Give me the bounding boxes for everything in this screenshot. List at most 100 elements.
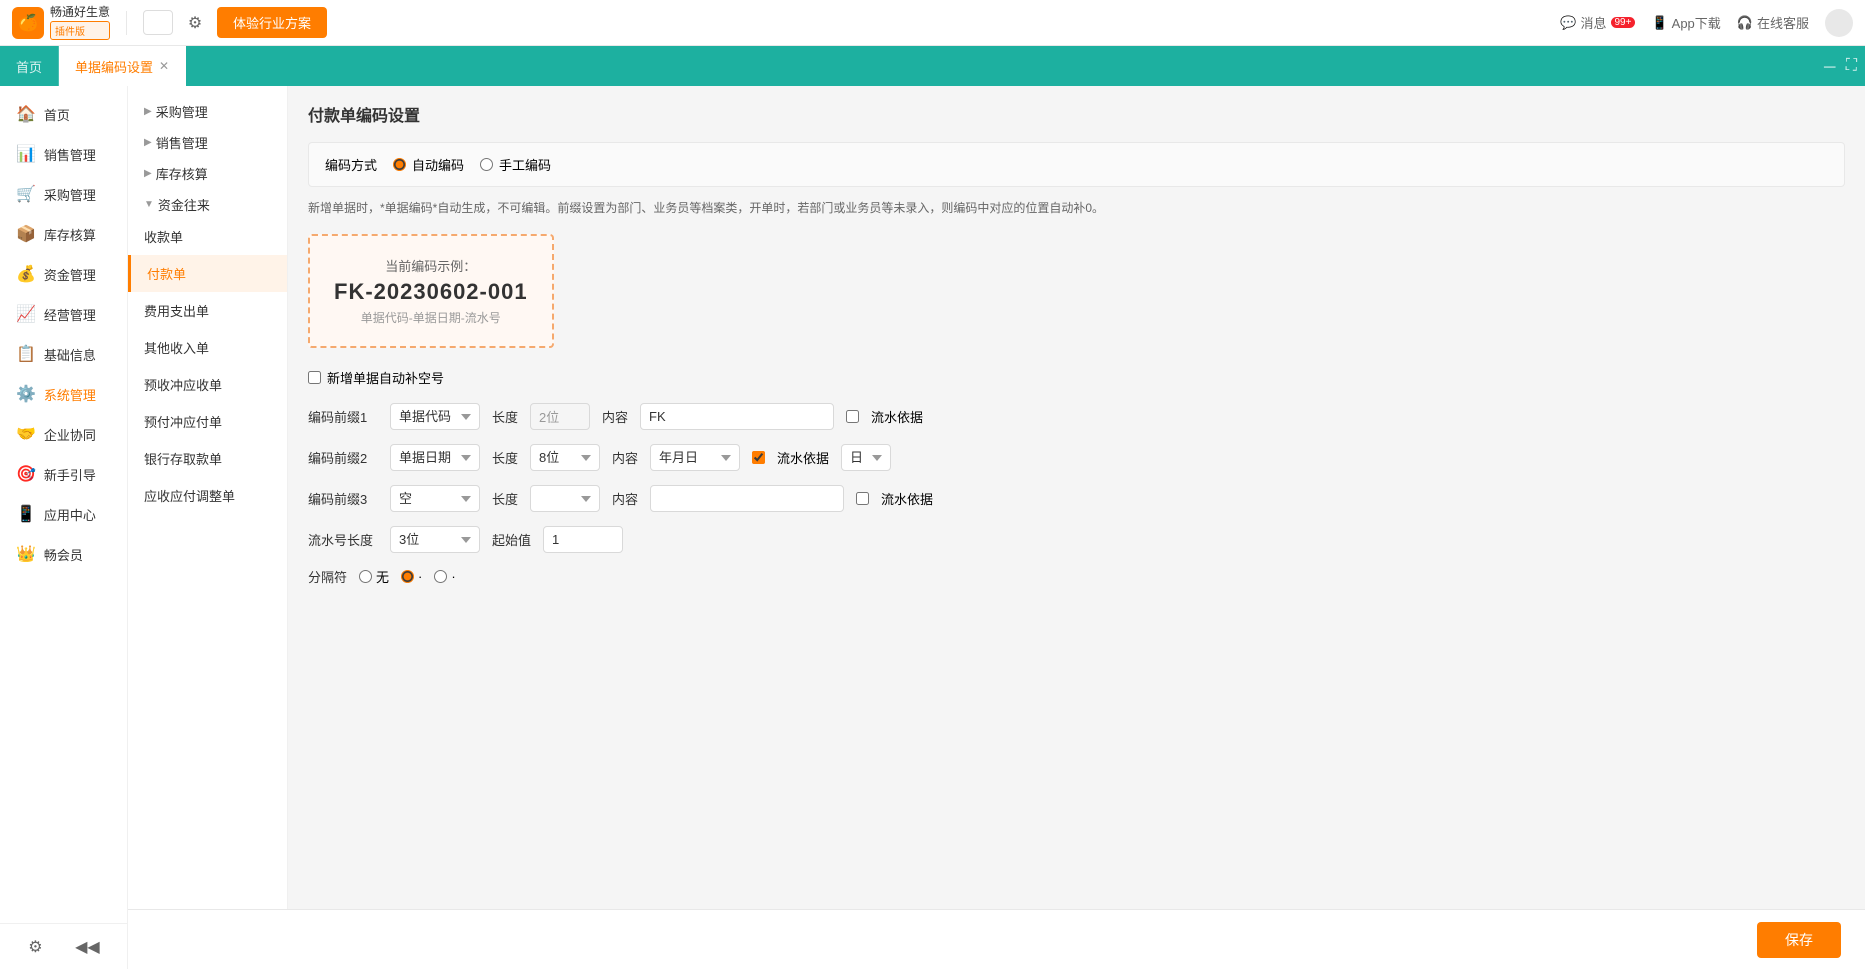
sidebar-item-operation[interactable]: 📈 经营管理: [0, 294, 127, 334]
sep-none-input[interactable]: [359, 570, 372, 583]
sep-dot2-input[interactable]: [434, 570, 447, 583]
message-item[interactable]: 💬 消息 99+: [1560, 13, 1635, 32]
basic-icon: 📋: [16, 344, 36, 364]
sidebar-item-finance[interactable]: 💰 资金管理: [0, 254, 127, 294]
expand-icon[interactable]: ⛶: [1846, 57, 1857, 75]
trial-button[interactable]: 体验行业方案: [217, 7, 327, 38]
sidebar-label-member: 畅会员: [44, 545, 83, 564]
sep-dot2-radio[interactable]: ·: [434, 569, 455, 584]
sidebar-label-purchase: 采购管理: [44, 185, 96, 204]
auto-encode-input[interactable]: [393, 158, 406, 171]
prefix3-watermark-checkbox[interactable]: [856, 492, 869, 505]
sidebar-item-member[interactable]: 👑 畅会员: [0, 534, 127, 574]
form-row-serial: 流水号长度 3位 起始值: [308, 526, 1845, 553]
encoding-radio-group: 自动编码 手工编码: [393, 155, 551, 174]
service-item[interactable]: 🎧 在线客服: [1737, 13, 1809, 32]
chevron-capital: ▼: [144, 199, 154, 210]
sidebar-label-home: 首页: [44, 105, 70, 124]
serial-length-label: 流水号长度: [308, 530, 378, 549]
prefix2-select[interactable]: 单据日期: [390, 444, 480, 471]
sub-nav-item-other-income[interactable]: 其他收入单: [128, 329, 287, 366]
auto-fill-label: 新增单据自动补空号: [327, 368, 444, 387]
chevron-purchase: ▶: [144, 106, 152, 117]
prefix2-label: 编码前缀2: [308, 448, 378, 467]
message-label: 消息: [1580, 13, 1606, 32]
sub-nav-prepay-pay-label: 预付冲应付单: [144, 412, 222, 431]
prefix2-content-select[interactable]: 年月日: [650, 444, 740, 471]
sep-none-radio[interactable]: 无: [359, 567, 389, 586]
page-footer: 保存: [128, 909, 1865, 969]
collapse-icon[interactable]: ◀◀: [75, 937, 100, 957]
sep-dot-label: ·: [418, 569, 422, 584]
sub-nav-item-prepay-pay[interactable]: 预付冲应付单: [128, 403, 287, 440]
manual-encode-radio[interactable]: 手工编码: [480, 155, 551, 174]
prefix1-watermark-label: 流水依据: [871, 407, 923, 426]
app-download-item[interactable]: 📱 App下载: [1651, 13, 1720, 32]
breadcrumb-select[interactable]: [143, 10, 173, 35]
sidebar-label-finance: 资金管理: [44, 265, 96, 284]
minimize-icon[interactable]: －: [1822, 54, 1838, 78]
prefix3-content-input[interactable]: [650, 485, 844, 512]
sub-nav-group-label-purchase: 采购管理: [156, 102, 208, 121]
sidebar-item-enterprise[interactable]: 🤝 企业协同: [0, 414, 127, 454]
tab-encode-settings[interactable]: 单据编码设置 ✕: [59, 46, 186, 86]
divider: [126, 11, 127, 35]
tab-home[interactable]: 首页: [0, 46, 59, 86]
prefix1-select[interactable]: 单据代码: [390, 403, 480, 430]
sub-nav-item-adjust[interactable]: 应收应付调整单: [128, 477, 287, 514]
sub-nav-item-prepay-recv[interactable]: 预收冲应收单: [128, 366, 287, 403]
sub-nav-group-purchase[interactable]: ▶ 采购管理: [128, 94, 287, 125]
sub-nav-group-inventory[interactable]: ▶ 库存核算: [128, 156, 287, 187]
sidebar-item-basic[interactable]: 📋 基础信息: [0, 334, 127, 374]
sidebar-label-sales: 销售管理: [44, 145, 96, 164]
prefix1-content-label: 内容: [602, 407, 628, 426]
prefix2-period-select[interactable]: 日: [841, 444, 891, 471]
auto-encode-radio[interactable]: 自动编码: [393, 155, 464, 174]
sidebar-item-inventory[interactable]: 📦 库存核算: [0, 214, 127, 254]
prefix3-length-select[interactable]: [530, 485, 600, 512]
user-avatar[interactable]: [1825, 9, 1853, 37]
prefix2-watermark-checkbox[interactable]: [752, 451, 765, 464]
sidebar-item-purchase[interactable]: 🛒 采购管理: [0, 174, 127, 214]
preview-code: FK-20230602-001: [334, 279, 528, 305]
settings-bottom-icon[interactable]: ⚙: [28, 937, 42, 957]
topbar-right: 💬 消息 99+ 📱 App下载 🎧 在线客服: [1560, 9, 1853, 37]
sidebar-item-sales[interactable]: 📊 销售管理: [0, 134, 127, 174]
sidebar-item-app[interactable]: 📱 应用中心: [0, 494, 127, 534]
sidebar-label-basic: 基础信息: [44, 345, 96, 364]
app-label: App下载: [1672, 13, 1721, 32]
gear-button[interactable]: ⚙: [181, 9, 209, 37]
finance-icon: 💰: [16, 264, 36, 284]
sub-nav-bank-label: 银行存取款单: [144, 449, 222, 468]
prefix2-watermark-label: 流水依据: [777, 448, 829, 467]
purchase-icon: 🛒: [16, 184, 36, 204]
start-value-input[interactable]: [543, 526, 623, 553]
message-badge: 99+: [1611, 17, 1636, 28]
sidebar-item-home[interactable]: 🏠 首页: [0, 94, 127, 134]
main-layout: 🏠 首页 📊 销售管理 🛒 采购管理 📦 库存核算 💰 资金管理 📈 经营管理 …: [0, 86, 1865, 969]
manual-encode-input[interactable]: [480, 158, 493, 171]
sub-nav-item-expense[interactable]: 费用支出单: [128, 292, 287, 329]
serial-length-select[interactable]: 3位: [390, 526, 480, 553]
sub-nav-item-payment[interactable]: 付款单: [128, 255, 287, 292]
sub-nav-item-bank[interactable]: 银行存取款单: [128, 440, 287, 477]
topbar-left: 🍊 畅通好生意 插件版 ⚙ 体验行业方案: [12, 5, 327, 40]
prefix3-select[interactable]: 空: [390, 485, 480, 512]
prefix2-length-select[interactable]: 8位: [530, 444, 600, 471]
sidebar-item-system[interactable]: ⚙️ 系统管理: [0, 374, 127, 414]
sep-dot-input[interactable]: [401, 570, 414, 583]
sub-nav-group-capital[interactable]: ▼ 资金往来: [128, 187, 287, 218]
sub-nav-item-receipt[interactable]: 收款单: [128, 218, 287, 255]
sidebar: 🏠 首页 📊 销售管理 🛒 采购管理 📦 库存核算 💰 资金管理 📈 经营管理 …: [0, 86, 128, 969]
tab-close-icon[interactable]: ✕: [159, 59, 169, 73]
preview-desc: 单据代码-单据日期-流水号: [334, 309, 528, 326]
sidebar-item-guide[interactable]: 🎯 新手引导: [0, 454, 127, 494]
save-button[interactable]: 保存: [1757, 922, 1841, 958]
separator-label: 分隔符: [308, 567, 347, 586]
auto-fill-checkbox[interactable]: [308, 371, 321, 384]
sep-dot-radio[interactable]: ·: [401, 569, 422, 584]
prefix1-content-input[interactable]: [640, 403, 834, 430]
sub-nav-group-sales[interactable]: ▶ 销售管理: [128, 125, 287, 156]
prefix1-watermark-checkbox[interactable]: [846, 410, 859, 423]
logo-area: 🍊 畅通好生意 插件版: [12, 5, 110, 40]
